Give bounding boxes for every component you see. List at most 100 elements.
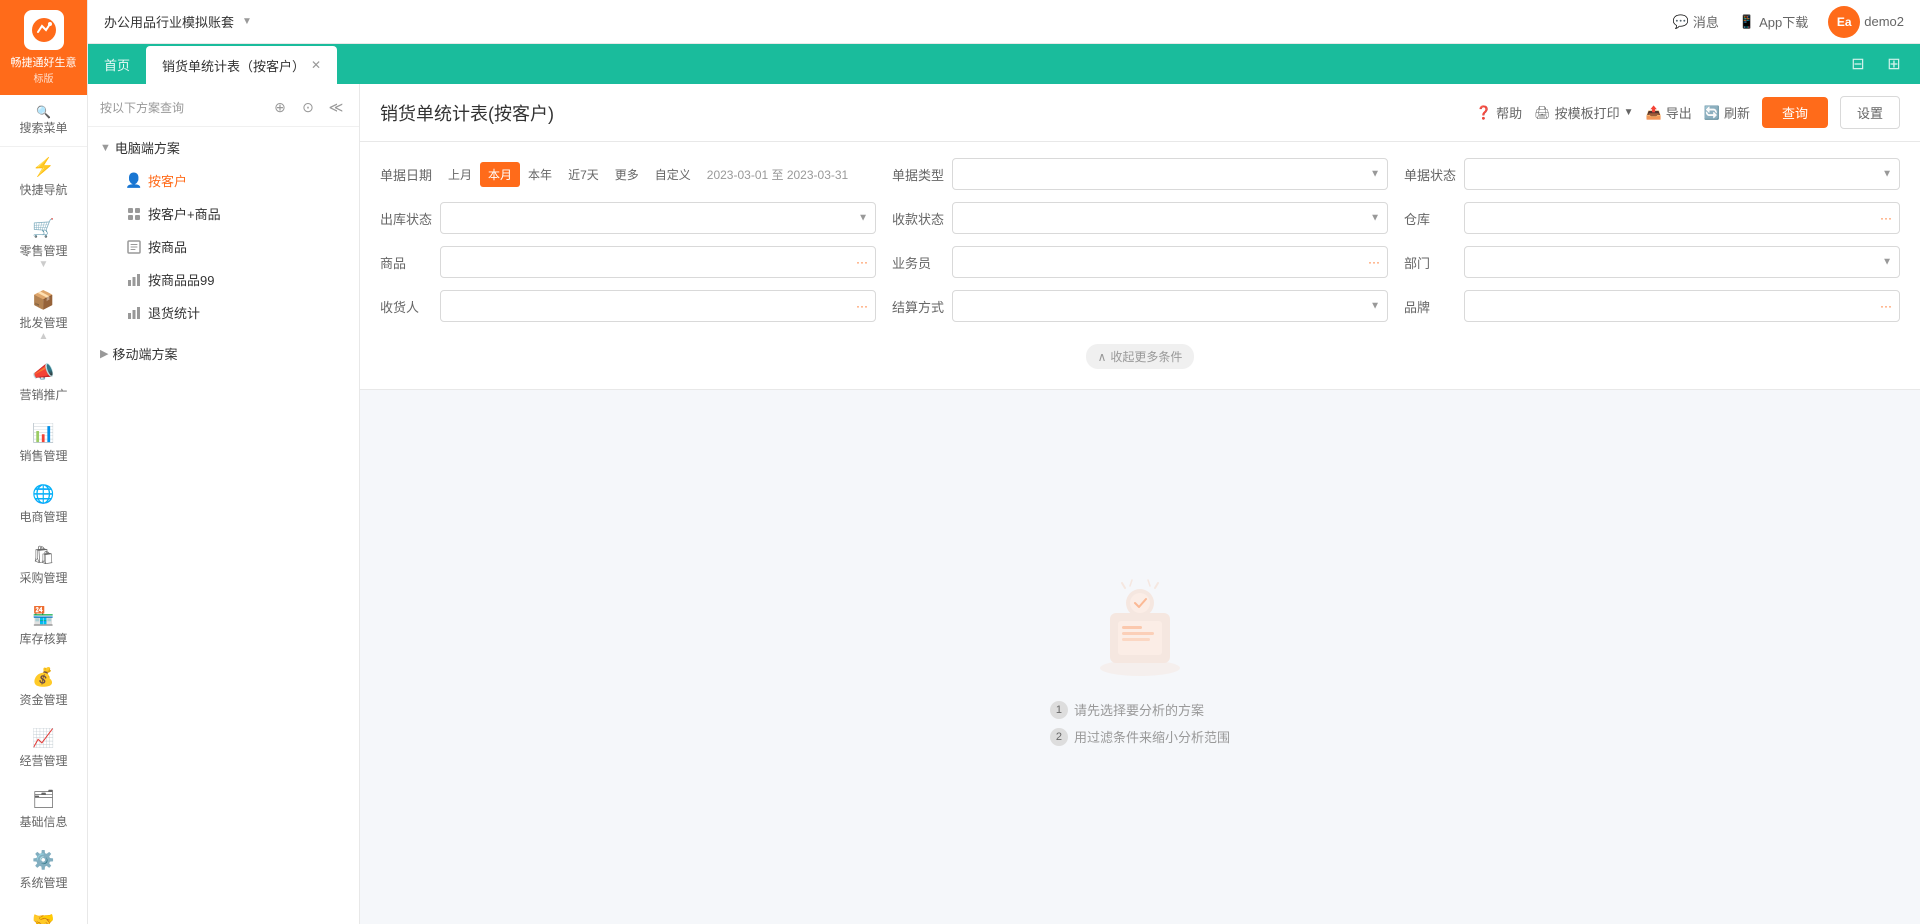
refresh-btn[interactable]: 🔄 刷新 bbox=[1704, 103, 1750, 122]
by-product-icon bbox=[124, 240, 144, 254]
sidebar-item-retail[interactable]: 🛒 零售管理 ▼ bbox=[0, 208, 87, 280]
empty-tip-1: 1 请先选择要分析的方案 bbox=[1050, 700, 1230, 719]
sidebar-item-ecommerce[interactable]: 🌐 电商管理 bbox=[0, 474, 87, 535]
tab-sales-stats[interactable]: 销货单统计表（按客户） ✕ bbox=[146, 46, 337, 84]
payment-label: 结算方式 bbox=[892, 297, 944, 316]
tree-item-by-customer-product[interactable]: 按客户+商品 bbox=[112, 197, 359, 230]
tree-item-return-stats[interactable]: 退货统计 bbox=[112, 296, 359, 329]
tree-item-by-product-99[interactable]: 按商品品99 bbox=[112, 263, 359, 296]
settings-btn[interactable]: 设置 bbox=[1840, 96, 1900, 129]
doc-type-select[interactable] bbox=[952, 158, 1388, 190]
sidebar: 畅捷通好生意 标版 🔍 搜索菜单 ⚡ 快捷导航 🛒 零售管理 ▼ 📦 批发管理 … bbox=[0, 0, 88, 924]
by-product-label: 按商品 bbox=[148, 237, 187, 256]
app-download-btn[interactable]: 📱 App下载 bbox=[1739, 12, 1808, 31]
payment-control: ▼ bbox=[952, 290, 1388, 322]
finance-icon: 💰 bbox=[32, 667, 54, 688]
tab-minimize-btn[interactable]: ⊟ bbox=[1844, 50, 1872, 78]
payment-select[interactable] bbox=[952, 290, 1388, 322]
product-input[interactable] bbox=[440, 246, 876, 278]
filter-row-2: 出库状态 ▼ 收款状态 ▼ 仓库 bbox=[380, 202, 1900, 234]
tree-child-pc: 👤 按客户 按客户+商品 按商品 bbox=[88, 164, 359, 329]
sidebar-item-sales[interactable]: 📊 销售管理 bbox=[0, 413, 87, 474]
sidebar-item-purchase[interactable]: 🛍 采购管理 bbox=[0, 535, 87, 596]
out-status-label: 出库状态 bbox=[380, 209, 432, 228]
export-btn[interactable]: 📤 导出 bbox=[1646, 103, 1692, 122]
doc-status-select[interactable] bbox=[1464, 158, 1900, 190]
filter-item-receiver: 收货人 ··· bbox=[380, 290, 876, 322]
inventory-label: 库存核算 bbox=[19, 630, 67, 647]
filter-item-department: 部门 ▼ bbox=[1404, 246, 1900, 278]
user-profile[interactable]: Ea demo2 bbox=[1828, 6, 1904, 38]
warehouse-input[interactable] bbox=[1464, 202, 1900, 234]
print-dropdown-icon: ▼ bbox=[1624, 107, 1634, 118]
sidebar-item-marketing[interactable]: 📣 营销推广 bbox=[0, 352, 87, 413]
tab-close-btn[interactable]: ✕ bbox=[311, 58, 321, 72]
tree-item-by-customer[interactable]: 👤 按客户 bbox=[112, 164, 359, 197]
by-customer-label: 按客户 bbox=[148, 171, 187, 190]
tab-home[interactable]: 首页 bbox=[88, 44, 146, 84]
sidebar-search[interactable]: 🔍 搜索菜单 bbox=[0, 95, 87, 147]
sidebar-item-operation[interactable]: 📈 经营管理 bbox=[0, 718, 87, 779]
app-download-label: App下载 bbox=[1759, 12, 1808, 31]
tree-item-by-product[interactable]: 按商品 bbox=[112, 230, 359, 263]
date-tab-custom[interactable]: 自定义 bbox=[647, 162, 699, 187]
operation-icon: 📈 bbox=[32, 728, 54, 749]
filter-item-product: 商品 ··· bbox=[380, 246, 876, 278]
base-label: 基础信息 bbox=[19, 813, 67, 830]
sidebar-item-enterprise[interactable]: 🤝 企业协同 bbox=[0, 901, 87, 924]
edit-scheme-btn[interactable]: ⊙ bbox=[297, 96, 319, 118]
tree-section-pc-title[interactable]: ▼ 电脑端方案 bbox=[88, 131, 359, 164]
header-right: 💬 消息 📱 App下载 Ea demo2 bbox=[1673, 6, 1904, 38]
product-label: 商品 bbox=[380, 253, 432, 272]
add-scheme-btn[interactable]: ⊕ bbox=[269, 96, 291, 118]
collect-status-label: 收款状态 bbox=[892, 209, 944, 228]
message-btn[interactable]: 💬 消息 bbox=[1673, 12, 1719, 31]
receiver-input[interactable] bbox=[440, 290, 876, 322]
date-tab-this-month[interactable]: 本月 bbox=[480, 162, 520, 187]
return-stats-label: 退货统计 bbox=[148, 303, 200, 322]
filter-item-salesperson: 业务员 ··· bbox=[892, 246, 1388, 278]
filter-item-warehouse: 仓库 ··· bbox=[1404, 202, 1900, 234]
page-title: 销货单统计表(按客户) bbox=[380, 100, 554, 126]
purchase-icon: 🛍 bbox=[32, 545, 55, 566]
out-status-select[interactable] bbox=[440, 202, 876, 234]
date-tab-more[interactable]: 更多 bbox=[607, 162, 647, 187]
salesperson-input[interactable] bbox=[952, 246, 1388, 278]
date-label: 单据日期 bbox=[380, 165, 432, 184]
collapse-arrow-icon: ∧ bbox=[1098, 350, 1107, 364]
filter-item-out-status: 出库状态 ▼ bbox=[380, 202, 876, 234]
help-btn[interactable]: ❓ 帮助 bbox=[1476, 103, 1522, 122]
sidebar-item-inventory[interactable]: 🏪 库存核算 bbox=[0, 596, 87, 657]
sidebar-item-base[interactable]: 🗂 基础信息 bbox=[0, 779, 87, 840]
by-product-99-label: 按商品品99 bbox=[148, 270, 214, 289]
department-label: 部门 bbox=[1404, 253, 1456, 272]
header-left: 办公用品行业模拟账套 ▼ bbox=[104, 12, 252, 31]
left-panel-header: 按以下方案查询 ⊕ ⊙ ≪ bbox=[88, 84, 359, 127]
app-logo: 畅捷通好生意 标版 bbox=[0, 0, 88, 95]
collapse-scheme-btn[interactable]: ≪ bbox=[325, 96, 347, 118]
tip-num-1: 1 bbox=[1050, 701, 1068, 719]
date-tab-this-year[interactable]: 本年 bbox=[520, 162, 560, 187]
template-print-btn[interactable]: 🖨 按模板打印 ▼ bbox=[1534, 103, 1633, 122]
industry-dropdown[interactable]: ▼ bbox=[242, 16, 252, 27]
tree-section-mobile: ▶ 移动端方案 bbox=[88, 333, 359, 374]
filter-row-date: 单据日期 上月 本月 本年 近7天 bbox=[380, 158, 1900, 190]
brand-input[interactable] bbox=[1464, 290, 1900, 322]
sidebar-item-quicknav[interactable]: ⚡ 快捷导航 bbox=[0, 147, 87, 208]
warehouse-label: 仓库 bbox=[1404, 209, 1456, 228]
collapse-btn[interactable]: ∧ 收起更多条件 bbox=[1086, 344, 1195, 369]
sidebar-item-wholesale[interactable]: 📦 批发管理 ▲ bbox=[0, 280, 87, 352]
department-select[interactable] bbox=[1464, 246, 1900, 278]
query-btn[interactable]: 查询 bbox=[1762, 97, 1828, 128]
tab-maximize-btn[interactable]: ⊞ bbox=[1880, 50, 1908, 78]
return-stats-icon bbox=[124, 306, 144, 320]
collect-status-select[interactable] bbox=[952, 202, 1388, 234]
date-tab-7days[interactable]: 近7天 bbox=[560, 162, 607, 187]
tree-section-mobile-title[interactable]: ▶ 移动端方案 bbox=[88, 337, 359, 370]
sidebar-item-system[interactable]: ⚙️ 系统管理 bbox=[0, 840, 87, 901]
finance-label: 资金管理 bbox=[19, 691, 67, 708]
sidebar-item-finance[interactable]: 💰 资金管理 bbox=[0, 657, 87, 718]
collapse-btn-label: 收起更多条件 bbox=[1110, 348, 1182, 365]
top-header: 办公用品行业模拟账套 ▼ 💬 消息 📱 App下载 Ea demo2 bbox=[88, 0, 1920, 44]
date-tab-last-month[interactable]: 上月 bbox=[440, 162, 480, 187]
